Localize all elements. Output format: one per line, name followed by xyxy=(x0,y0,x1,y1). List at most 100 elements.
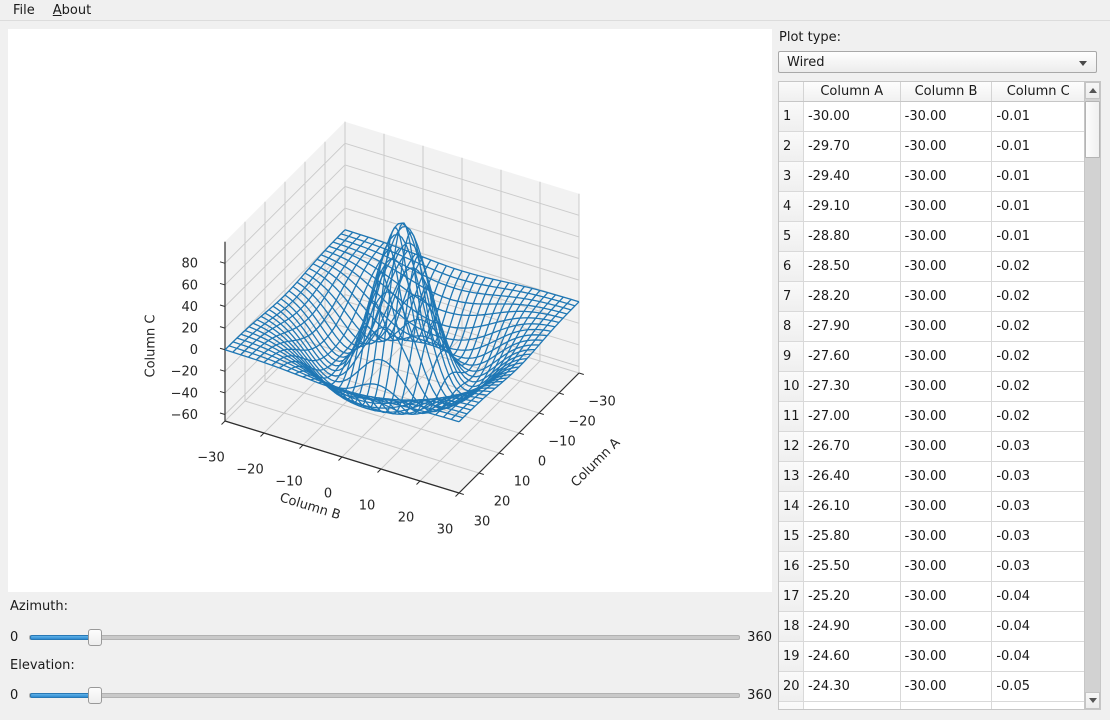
table-cell[interactable]: -26.40 xyxy=(804,462,901,492)
row-number-cell[interactable]: 5 xyxy=(779,222,804,252)
row-number-cell[interactable]: 13 xyxy=(779,462,804,492)
table-header-column-b[interactable]: Column B xyxy=(901,82,993,101)
table-row[interactable]: 19-24.60-30.00-0.04 xyxy=(779,642,1084,672)
table-cell[interactable]: -25.80 xyxy=(804,522,901,552)
row-number-cell[interactable]: 14 xyxy=(779,492,804,522)
table-row[interactable]: 16-25.50-30.00-0.03 xyxy=(779,552,1084,582)
table-row[interactable]: 5-28.80-30.00-0.01 xyxy=(779,222,1084,252)
row-number-cell[interactable]: 7 xyxy=(779,282,804,312)
table-row[interactable]: 12-26.70-30.00-0.03 xyxy=(779,432,1084,462)
table-cell[interactable]: -27.60 xyxy=(804,342,901,372)
table-cell[interactable]: -27.90 xyxy=(804,312,901,342)
table-cell[interactable]: -25.50 xyxy=(804,552,901,582)
table-cell[interactable]: -30.00 xyxy=(901,432,993,462)
table-cell[interactable]: -0.03 xyxy=(992,462,1084,492)
table-cell[interactable]: -30.00 xyxy=(901,252,993,282)
row-number-cell[interactable]: 19 xyxy=(779,642,804,672)
table-cell[interactable]: -0.01 xyxy=(992,222,1084,252)
table-cell[interactable]: -30.00 xyxy=(804,102,901,132)
scrollbar-thumb[interactable] xyxy=(1085,101,1100,158)
table-cell[interactable]: -30.00 xyxy=(901,102,993,132)
table-cell[interactable]: -30.00 xyxy=(901,612,993,642)
table-cell[interactable]: -24.90 xyxy=(804,612,901,642)
table-cell[interactable]: -0.01 xyxy=(992,102,1084,132)
table-cell[interactable]: -30.00 xyxy=(901,642,993,672)
table-cell[interactable]: -30.00 xyxy=(901,402,993,432)
table-cell[interactable]: -29.10 xyxy=(804,192,901,222)
table-cell[interactable]: -30.00 xyxy=(901,282,993,312)
scrollbar-up-button[interactable] xyxy=(1085,82,1100,99)
table-cell[interactable]: -29.40 xyxy=(804,162,901,192)
elevation-slider-handle[interactable] xyxy=(88,687,102,704)
table-cell[interactable]: -27.30 xyxy=(804,372,901,402)
table-header-column-c[interactable]: Column C xyxy=(992,82,1084,101)
row-number-cell[interactable]: 18 xyxy=(779,612,804,642)
table-row[interactable]: 1-30.00-30.00-0.01 xyxy=(779,102,1084,132)
table-row[interactable]: 7-28.20-30.00-0.02 xyxy=(779,282,1084,312)
row-number-cell[interactable]: 1 xyxy=(779,102,804,132)
table-cell[interactable]: -24.60 xyxy=(804,642,901,672)
row-number-cell[interactable]: 20 xyxy=(779,672,804,702)
menu-about[interactable]: About xyxy=(44,0,100,20)
row-number-cell[interactable]: 15 xyxy=(779,522,804,552)
table-cell[interactable]: -29.70 xyxy=(804,132,901,162)
table-cell[interactable]: -26.70 xyxy=(804,432,901,462)
row-number-cell[interactable]: 6 xyxy=(779,252,804,282)
table-row[interactable]: 14-26.10-30.00-0.03 xyxy=(779,492,1084,522)
menu-file[interactable]: File xyxy=(4,0,44,20)
table-cell[interactable]: -0.02 xyxy=(992,402,1084,432)
row-number-cell[interactable]: 17 xyxy=(779,582,804,612)
table-cell[interactable]: -30.00 xyxy=(901,222,993,252)
azimuth-slider-handle[interactable] xyxy=(88,629,102,646)
table-row[interactable]: 4-29.10-30.00-0.01 xyxy=(779,192,1084,222)
table-cell[interactable]: -0.04 xyxy=(992,642,1084,672)
table-row[interactable]: 9-27.60-30.00-0.02 xyxy=(779,342,1084,372)
table-cell[interactable]: -30.00 xyxy=(901,462,993,492)
row-number-cell[interactable]: 8 xyxy=(779,312,804,342)
table-cell[interactable]: -0.02 xyxy=(992,342,1084,372)
table-cell[interactable]: -28.80 xyxy=(804,222,901,252)
table-cell[interactable]: -25.20 xyxy=(804,582,901,612)
table-cell[interactable]: -0.04 xyxy=(992,582,1084,612)
table-row[interactable]: 18-24.90-30.00-0.04 xyxy=(779,612,1084,642)
table-header-column-a[interactable]: Column A xyxy=(804,82,901,101)
scrollbar-down-button[interactable] xyxy=(1085,692,1100,709)
table-row[interactable]: 15-25.80-30.00-0.03 xyxy=(779,522,1084,552)
table-cell[interactable]: -30.00 xyxy=(901,312,993,342)
row-number-cell[interactable]: 16 xyxy=(779,552,804,582)
row-number-cell[interactable] xyxy=(779,702,804,709)
table-cell[interactable]: -30.00 xyxy=(901,492,993,522)
row-number-cell[interactable]: 2 xyxy=(779,132,804,162)
azimuth-slider[interactable] xyxy=(29,628,740,646)
table-cell[interactable]: -24.30 xyxy=(804,672,901,702)
table-cell[interactable]: -30.00 xyxy=(901,582,993,612)
plot-type-combobox[interactable]: Wired xyxy=(778,51,1097,73)
elevation-slider-track[interactable] xyxy=(29,693,740,698)
row-number-cell[interactable]: 4 xyxy=(779,192,804,222)
table-cell[interactable]: -0.02 xyxy=(992,282,1084,312)
table-row[interactable]: 10-27.30-30.00-0.02 xyxy=(779,372,1084,402)
row-number-cell[interactable]: 10 xyxy=(779,372,804,402)
table-cell[interactable]: -0.03 xyxy=(992,522,1084,552)
table-cell[interactable]: -30.00 xyxy=(901,552,993,582)
table-cell[interactable]: -30.00 xyxy=(901,372,993,402)
table-row[interactable] xyxy=(779,702,1084,709)
table-cell[interactable]: -0.01 xyxy=(992,162,1084,192)
table-cell[interactable]: -0.01 xyxy=(992,192,1084,222)
table-row[interactable]: 17-25.20-30.00-0.04 xyxy=(779,582,1084,612)
table-cell[interactable]: -0.05 xyxy=(992,672,1084,702)
elevation-slider[interactable] xyxy=(29,686,740,704)
table-cell[interactable]: -30.00 xyxy=(901,192,993,222)
table-row[interactable]: 3-29.40-30.00-0.01 xyxy=(779,162,1084,192)
table-cell[interactable]: -0.01 xyxy=(992,132,1084,162)
table-cell[interactable]: -0.02 xyxy=(992,312,1084,342)
table-cell[interactable]: -0.03 xyxy=(992,492,1084,522)
table-cell[interactable]: -28.50 xyxy=(804,252,901,282)
row-number-cell[interactable]: 12 xyxy=(779,432,804,462)
table-row[interactable]: 8-27.90-30.00-0.02 xyxy=(779,312,1084,342)
plot-canvas[interactable] xyxy=(8,29,772,592)
table-cell[interactable]: -30.00 xyxy=(901,522,993,552)
table-row[interactable]: 11-27.00-30.00-0.02 xyxy=(779,402,1084,432)
azimuth-slider-track[interactable] xyxy=(29,635,740,640)
table-cell[interactable]: -0.02 xyxy=(992,372,1084,402)
